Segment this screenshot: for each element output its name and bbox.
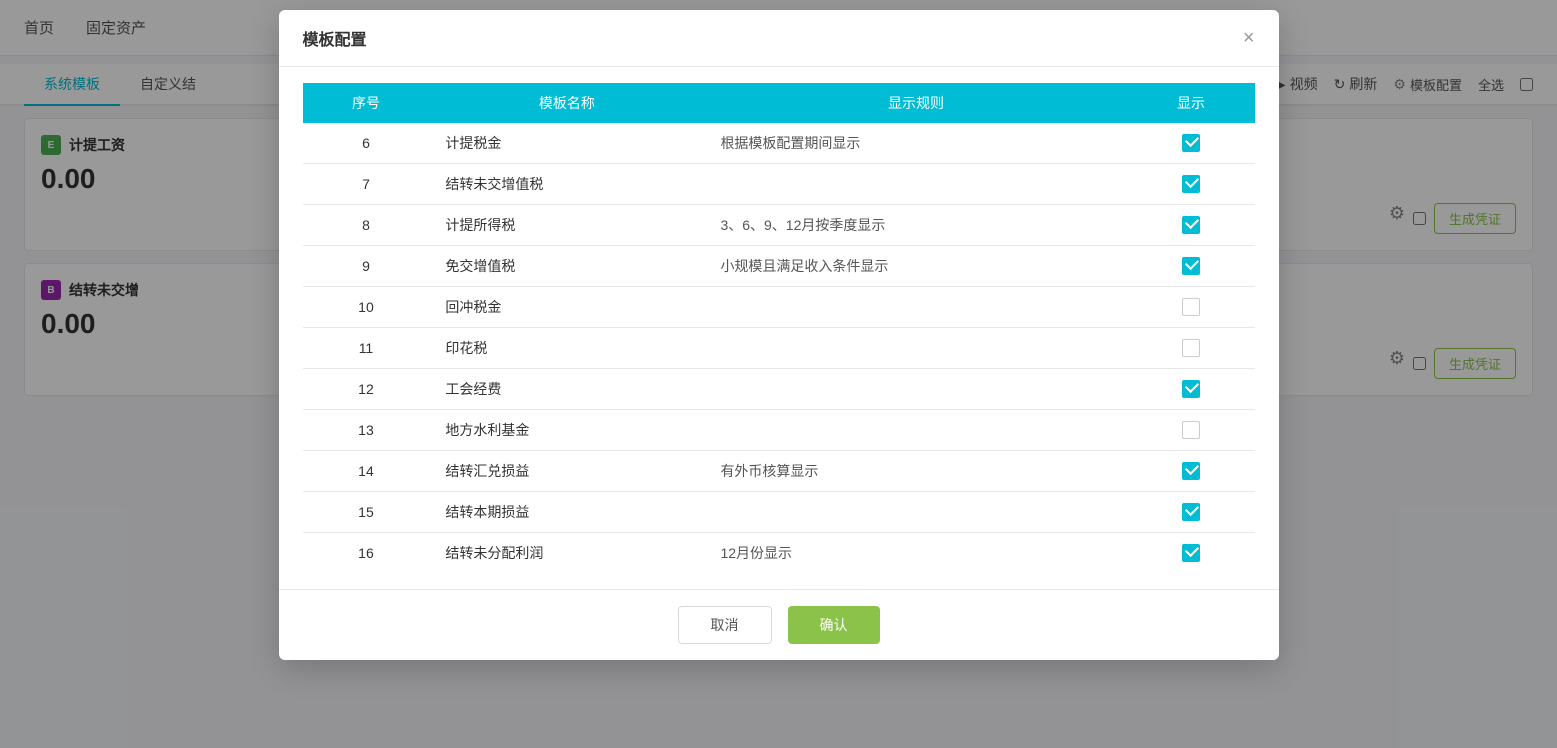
- row-checkbox[interactable]: [1182, 134, 1200, 152]
- row-checkbox[interactable]: [1182, 298, 1200, 316]
- cell-rule: [704, 369, 1127, 410]
- dialog-footer: 取消 确认: [279, 589, 1279, 660]
- cell-seq: 12: [303, 369, 430, 410]
- dialog-title: 模板配置: [303, 26, 367, 50]
- cell-name: 结转未交增值税: [429, 164, 704, 205]
- confirm-button[interactable]: 确认: [788, 606, 880, 644]
- cell-rule: [704, 492, 1127, 533]
- cell-checkbox: [1128, 123, 1255, 164]
- cell-rule: 3、6、9、12月按季度显示: [704, 205, 1127, 246]
- cell-seq: 8: [303, 205, 430, 246]
- cell-name: 计提税金: [429, 123, 704, 164]
- cell-checkbox: [1128, 369, 1255, 410]
- cell-rule: [704, 328, 1127, 369]
- row-checkbox[interactable]: [1182, 339, 1200, 357]
- cell-name: 结转本期损益: [429, 492, 704, 533]
- config-table: 序号 模板名称 显示规则 显示 6计提税金根据模板配置期间显示7结转未交增值税8…: [303, 83, 1255, 573]
- cell-checkbox: [1128, 451, 1255, 492]
- cell-rule: [704, 410, 1127, 451]
- cell-name: 计提所得税: [429, 205, 704, 246]
- row-checkbox[interactable]: [1182, 257, 1200, 275]
- table-row: 12工会经费: [303, 369, 1255, 410]
- row-checkbox[interactable]: [1182, 462, 1200, 480]
- cell-rule: 有外币核算显示: [704, 451, 1127, 492]
- table-row: 15结转本期损益: [303, 492, 1255, 533]
- cancel-button[interactable]: 取消: [678, 606, 772, 644]
- cell-rule: [704, 287, 1127, 328]
- cell-seq: 10: [303, 287, 430, 328]
- table-row: 11印花税: [303, 328, 1255, 369]
- cell-rule: 12月份显示: [704, 533, 1127, 574]
- row-checkbox[interactable]: [1182, 216, 1200, 234]
- cell-checkbox: [1128, 410, 1255, 451]
- table-row: 10回冲税金: [303, 287, 1255, 328]
- cell-seq: 14: [303, 451, 430, 492]
- dialog-header: 模板配置 ×: [279, 10, 1279, 67]
- cell-rule: [704, 164, 1127, 205]
- cell-checkbox: [1128, 205, 1255, 246]
- dialog-body: 序号 模板名称 显示规则 显示 6计提税金根据模板配置期间显示7结转未交增值税8…: [279, 67, 1279, 589]
- cell-name: 工会经费: [429, 369, 704, 410]
- col-name: 模板名称: [429, 83, 704, 123]
- cell-name: 地方水利基金: [429, 410, 704, 451]
- cell-checkbox: [1128, 164, 1255, 205]
- cell-name: 免交增值税: [429, 246, 704, 287]
- row-checkbox[interactable]: [1182, 380, 1200, 398]
- table-row: 7结转未交增值税: [303, 164, 1255, 205]
- cell-name: 印花税: [429, 328, 704, 369]
- col-seq: 序号: [303, 83, 430, 123]
- row-checkbox[interactable]: [1182, 544, 1200, 562]
- table-header: 序号 模板名称 显示规则 显示: [303, 83, 1255, 123]
- cell-checkbox: [1128, 287, 1255, 328]
- row-checkbox[interactable]: [1182, 421, 1200, 439]
- cell-checkbox: [1128, 328, 1255, 369]
- cell-checkbox: [1128, 533, 1255, 574]
- cell-name: 结转汇兑损益: [429, 451, 704, 492]
- cell-checkbox: [1128, 246, 1255, 287]
- row-checkbox[interactable]: [1182, 175, 1200, 193]
- row-checkbox[interactable]: [1182, 503, 1200, 521]
- cell-rule: 根据模板配置期间显示: [704, 123, 1127, 164]
- table-row: 6计提税金根据模板配置期间显示: [303, 123, 1255, 164]
- table-row: 8计提所得税3、6、9、12月按季度显示: [303, 205, 1255, 246]
- cell-seq: 9: [303, 246, 430, 287]
- cell-seq: 16: [303, 533, 430, 574]
- cell-checkbox: [1128, 492, 1255, 533]
- cell-seq: 13: [303, 410, 430, 451]
- cell-name: 回冲税金: [429, 287, 704, 328]
- cell-rule: 小规模且满足收入条件显示: [704, 246, 1127, 287]
- modal-overlay: 模板配置 × 序号 模板名称 显示规则 显示 6计提税金根据模板配置期间显示7结…: [0, 0, 1557, 748]
- col-display: 显示: [1128, 83, 1255, 123]
- cell-seq: 6: [303, 123, 430, 164]
- cell-seq: 11: [303, 328, 430, 369]
- table-row: 16结转未分配利润12月份显示: [303, 533, 1255, 574]
- cell-name: 结转未分配利润: [429, 533, 704, 574]
- col-rule: 显示规则: [704, 83, 1127, 123]
- cell-seq: 15: [303, 492, 430, 533]
- table-row: 9免交增值税小规模且满足收入条件显示: [303, 246, 1255, 287]
- table-body: 6计提税金根据模板配置期间显示7结转未交增值税8计提所得税3、6、9、12月按季…: [303, 123, 1255, 573]
- dialog-close-button[interactable]: ×: [1243, 28, 1255, 48]
- table-row: 13地方水利基金: [303, 410, 1255, 451]
- template-config-dialog: 模板配置 × 序号 模板名称 显示规则 显示 6计提税金根据模板配置期间显示7结…: [279, 10, 1279, 660]
- cell-seq: 7: [303, 164, 430, 205]
- table-row: 14结转汇兑损益有外币核算显示: [303, 451, 1255, 492]
